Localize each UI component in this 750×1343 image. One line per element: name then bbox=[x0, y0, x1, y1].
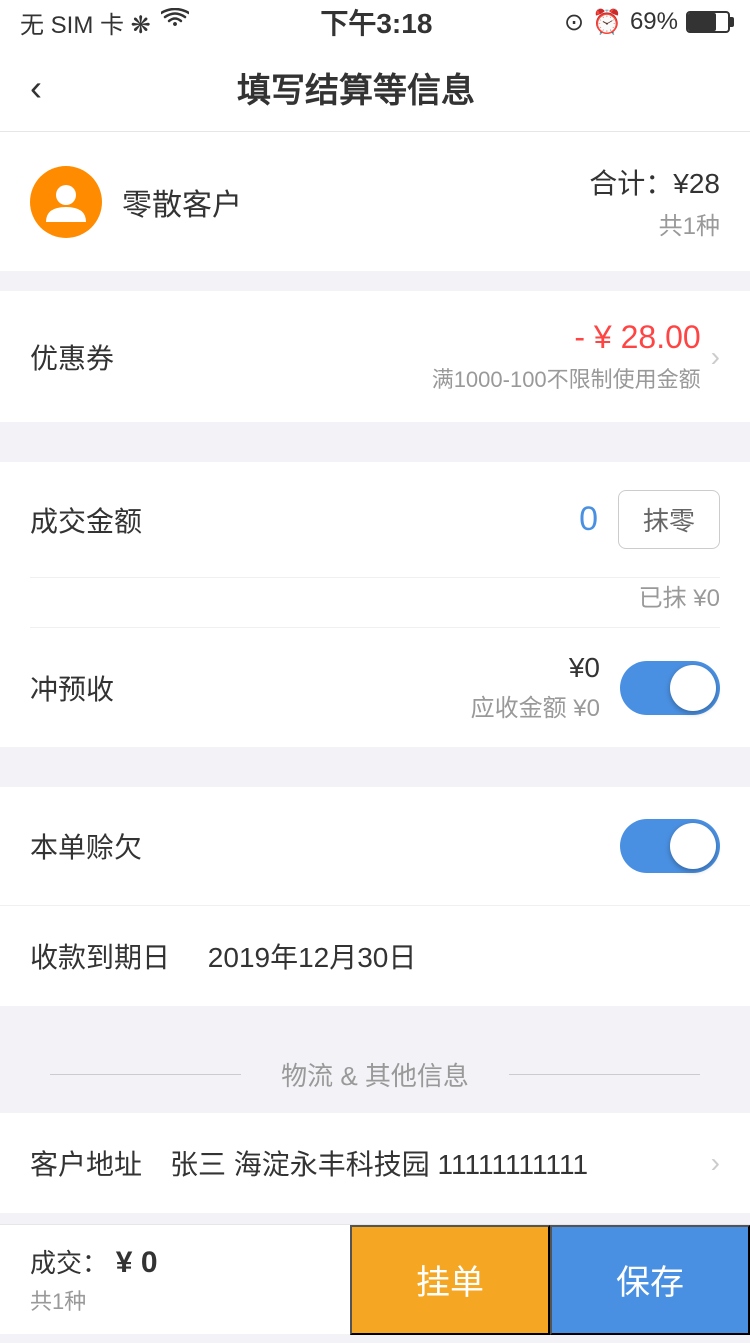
coupon-desc: 满1000-100不限制使用金额 bbox=[170, 362, 701, 394]
amount-right: 0 抹零 bbox=[190, 490, 720, 549]
wifi-icon bbox=[161, 8, 189, 37]
logistics-text: 物流 & 其他信息 bbox=[261, 1056, 489, 1093]
alarm-icon: ⏰ bbox=[592, 8, 622, 37]
bottom-total-label: 成交： bbox=[30, 1248, 108, 1278]
due-date-value: 2019年12月30日 bbox=[208, 942, 417, 973]
prepay-amount: ¥0 bbox=[190, 652, 600, 684]
bottom-bar: 成交： ¥ 0 共1种 挂单 保存 bbox=[0, 1224, 750, 1334]
prepay-label: 冲预收 bbox=[30, 668, 190, 708]
logistics-line-right bbox=[509, 1074, 700, 1075]
status-bar: 无 SIM 卡 ❋ 下午3:18 ⊙ ⏰ 69% bbox=[0, 0, 750, 44]
battery-percent: 69% bbox=[630, 8, 678, 36]
location-icon: ⊙ bbox=[564, 8, 584, 37]
amount-row: 成交金额 0 抹零 bbox=[30, 462, 720, 578]
prepay-row: 冲预收 ¥0 应收金额 ¥0 bbox=[30, 628, 720, 747]
debt-row: 本单赊欠 bbox=[0, 787, 750, 905]
debt-section: 本单赊欠 收款到期日 2019年12月30日 bbox=[0, 787, 750, 1006]
chevron-right-icon: › bbox=[711, 341, 720, 373]
coupon-label: 优惠券 bbox=[30, 337, 170, 377]
save-button[interactable]: 保存 bbox=[550, 1225, 750, 1335]
customer-name: 零散客户 bbox=[122, 180, 589, 224]
back-button[interactable]: ‹ bbox=[20, 57, 52, 119]
status-time: 下午3:18 bbox=[320, 2, 432, 42]
nav-bar: ‹ 填写结算等信息 bbox=[0, 44, 750, 132]
address-row[interactable]: 客户地址 张三 海淀永丰科技园 11111111111 › bbox=[0, 1113, 750, 1213]
logistics-divider: 物流 & 其他信息 bbox=[0, 1036, 750, 1113]
avatar bbox=[30, 166, 102, 238]
due-date-row: 收款到期日 2019年12月30日 bbox=[0, 905, 750, 1006]
section-divider-3 bbox=[0, 1026, 750, 1036]
section-divider-1 bbox=[0, 442, 750, 462]
page-title: 填写结算等信息 bbox=[52, 63, 660, 112]
address-section[interactable]: 客户地址 张三 海淀永丰科技园 11111111111 › bbox=[0, 1113, 750, 1213]
toggle-knob bbox=[670, 665, 716, 711]
address-chevron-icon: › bbox=[711, 1147, 720, 1179]
logistics-line-left bbox=[50, 1074, 241, 1075]
amount-value: 0 bbox=[579, 500, 598, 539]
bottom-total: 成交： ¥ 0 共1种 bbox=[0, 1243, 350, 1316]
customer-total: 合计：¥28 共1种 bbox=[589, 162, 720, 241]
bottom-total-amount: ¥ 0 bbox=[116, 1246, 158, 1279]
bottom-total-row: 成交： ¥ 0 bbox=[30, 1243, 320, 1280]
address-label: 客户地址 bbox=[30, 1143, 170, 1183]
round-zero-button[interactable]: 抹零 bbox=[618, 490, 720, 549]
debt-label: 本单赊欠 bbox=[30, 826, 600, 866]
coupon-amount: - ¥ 28.00 bbox=[170, 319, 701, 356]
address-value: 张三 海淀永丰科技园 11111111111 bbox=[170, 1143, 701, 1183]
battery-icon bbox=[686, 11, 730, 33]
transaction-section: 成交金额 0 抹零 已抹 ¥0 冲预收 ¥0 应收金额 ¥0 bbox=[0, 462, 750, 747]
amount-sub: 已抹 ¥0 bbox=[30, 578, 720, 627]
debt-toggle-knob bbox=[670, 823, 716, 869]
status-left: 无 SIM 卡 ❋ bbox=[20, 5, 189, 40]
section-divider-2 bbox=[0, 747, 750, 767]
prepay-right: ¥0 应收金额 ¥0 bbox=[190, 652, 600, 723]
customer-row: 零散客户 合计：¥28 共1种 bbox=[0, 132, 750, 271]
amount-label: 成交金额 bbox=[30, 500, 190, 540]
sim-status: 无 SIM 卡 ❋ bbox=[20, 5, 151, 40]
customer-section: 零散客户 合计：¥28 共1种 bbox=[0, 132, 750, 271]
total-amount: 合计：¥28 bbox=[589, 162, 720, 202]
bottom-count: 共1种 bbox=[30, 1284, 320, 1316]
total-count: 共1种 bbox=[589, 206, 720, 241]
coupon-row[interactable]: 优惠券 - ¥ 28.00 满1000-100不限制使用金额 › bbox=[0, 291, 750, 422]
coupon-right: - ¥ 28.00 满1000-100不限制使用金额 bbox=[170, 319, 701, 394]
status-right: ⊙ ⏰ 69% bbox=[564, 8, 730, 37]
coupon-section[interactable]: 优惠券 - ¥ 28.00 满1000-100不限制使用金额 › bbox=[0, 291, 750, 422]
hang-order-button[interactable]: 挂单 bbox=[350, 1225, 550, 1335]
prepay-divider: 冲预收 ¥0 应收金额 ¥0 bbox=[30, 627, 720, 747]
debt-toggle[interactable] bbox=[620, 819, 720, 873]
prepay-sub: 应收金额 ¥0 bbox=[190, 688, 600, 723]
due-date-label: 收款到期日 bbox=[30, 942, 170, 973]
prepay-toggle[interactable] bbox=[620, 661, 720, 715]
